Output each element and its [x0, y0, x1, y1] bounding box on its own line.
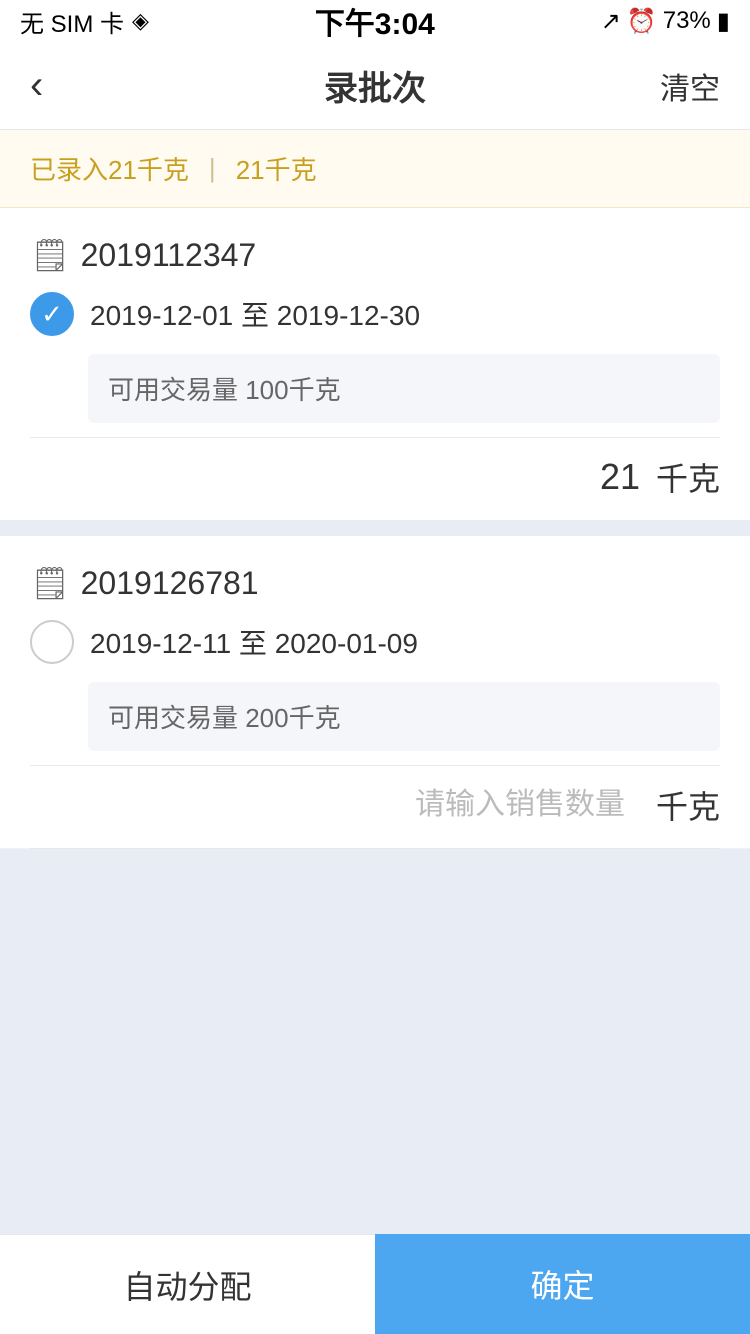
batch-2-radio[interactable] — [30, 620, 74, 664]
recorded-amount-label: 已录入21千克 — [30, 150, 189, 187]
batch-2-qty-input[interactable] — [340, 788, 640, 822]
battery-text: 73% — [663, 7, 711, 35]
nav-bar: ‹ 录批次 清空 — [0, 42, 750, 130]
battery-icon: ▮ — [717, 7, 730, 36]
batch-2-icon: 🗒 — [30, 564, 71, 602]
batch-1-radio[interactable] — [30, 292, 74, 336]
info-bar: 已录入21千克 | 21千克 — [0, 130, 750, 208]
status-left: 无 SIM 卡 ◈ — [20, 4, 149, 39]
auto-distribute-button[interactable]: 自动分配 — [0, 1234, 375, 1334]
total-amount-value: 21千克 — [236, 150, 317, 187]
batch-card-2: 🗒 2019126781 2019-12-11 至 2020-01-09 可用交… — [0, 536, 750, 848]
no-sim-text: 无 SIM 卡 — [20, 4, 124, 39]
batch-2-available: 可用交易量 200千克 — [88, 682, 720, 751]
status-bar: 无 SIM 卡 ◈ 下午3:04 ↗ ⏰ 73% ▮ — [0, 0, 750, 42]
batch-2-id: 2019126781 — [81, 565, 259, 602]
action-bar: 自动分配 确定 — [0, 1234, 750, 1334]
empty-space — [0, 849, 750, 1234]
batch-card-1: 🗒 2019112347 2019-12-01 至 2019-12-30 可用交… — [0, 208, 750, 520]
batch-2-date: 2019-12-11 至 2020-01-09 — [90, 622, 418, 662]
wifi-icon: ◈ — [132, 8, 149, 34]
alarm-icon: ⏰ — [627, 7, 657, 36]
batch-2-unit: 千克 — [656, 782, 720, 828]
back-button[interactable]: ‹ — [30, 63, 90, 108]
batch-1-qty-unit: 千克 — [656, 454, 720, 500]
status-right: ↗ ⏰ 73% ▮ — [601, 7, 730, 36]
batch-1-available: 可用交易量 100千克 — [88, 354, 720, 423]
section-divider — [0, 520, 750, 536]
batch-2-date-row: 2019-12-11 至 2020-01-09 — [0, 612, 750, 678]
info-divider: | — [209, 153, 216, 184]
batch-1-icon: 🗒 — [30, 236, 71, 274]
batch-2-header: 🗒 2019126781 — [0, 536, 750, 612]
location-icon: ↗ — [601, 7, 621, 36]
batch-1-id: 2019112347 — [81, 237, 257, 274]
batch-1-qty-row: 21 千克 — [0, 438, 750, 520]
confirm-button[interactable]: 确定 — [375, 1234, 750, 1334]
status-time: 下午3:04 — [315, 0, 435, 43]
batch-1-date: 2019-12-01 至 2019-12-30 — [90, 294, 420, 334]
clear-button[interactable]: 清空 — [660, 64, 720, 108]
batch-1-date-row: 2019-12-01 至 2019-12-30 — [0, 284, 750, 350]
batch-1-qty-value: 21 — [600, 456, 640, 498]
batch-2-input-row: 千克 — [0, 766, 750, 848]
batch-1-header: 🗒 2019112347 — [0, 208, 750, 284]
page-title: 录批次 — [324, 61, 426, 110]
